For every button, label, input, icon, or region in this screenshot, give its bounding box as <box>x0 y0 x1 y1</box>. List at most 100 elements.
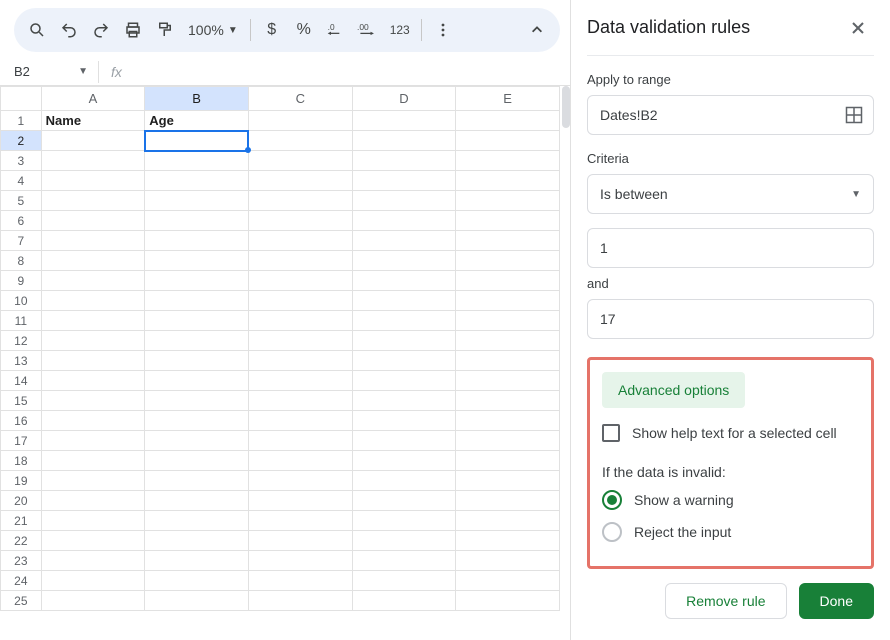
cell[interactable] <box>248 431 352 451</box>
radio-unselected-icon[interactable] <box>602 522 622 542</box>
row-header[interactable]: 9 <box>1 271 42 291</box>
radio-show-warning[interactable]: Show a warning <box>602 490 859 510</box>
cell[interactable] <box>145 491 249 511</box>
cell[interactable] <box>352 171 456 191</box>
cell[interactable] <box>352 471 456 491</box>
cell[interactable] <box>456 471 560 491</box>
cell[interactable] <box>456 291 560 311</box>
apply-range-input[interactable] <box>587 95 874 135</box>
row-header[interactable]: 25 <box>1 591 42 611</box>
cell[interactable] <box>248 271 352 291</box>
cell[interactable] <box>145 311 249 331</box>
cell[interactable] <box>248 331 352 351</box>
cell[interactable]: Age <box>145 111 249 131</box>
more-menu-icon[interactable] <box>428 15 458 45</box>
cell[interactable] <box>352 131 456 151</box>
radio-reject-input[interactable]: Reject the input <box>602 522 859 542</box>
cell[interactable] <box>456 251 560 271</box>
cell[interactable] <box>248 391 352 411</box>
done-button[interactable]: Done <box>799 583 874 619</box>
cell[interactable] <box>41 311 145 331</box>
cell[interactable] <box>352 531 456 551</box>
row-header[interactable]: 6 <box>1 211 42 231</box>
cell[interactable] <box>248 111 352 131</box>
cell[interactable] <box>248 591 352 611</box>
cell[interactable] <box>41 591 145 611</box>
row-header[interactable]: 12 <box>1 331 42 351</box>
cell[interactable] <box>456 211 560 231</box>
cell[interactable] <box>352 331 456 351</box>
cell[interactable] <box>41 331 145 351</box>
cell[interactable] <box>248 471 352 491</box>
cell[interactable] <box>145 411 249 431</box>
cell[interactable] <box>145 371 249 391</box>
search-icon[interactable] <box>22 15 52 45</box>
cell[interactable] <box>248 491 352 511</box>
currency-icon[interactable]: $ <box>257 15 287 45</box>
criteria-from-input[interactable] <box>587 228 874 268</box>
row-header[interactable]: 22 <box>1 531 42 551</box>
cell[interactable] <box>145 451 249 471</box>
more-formats-icon[interactable]: 123 <box>385 15 415 45</box>
cell[interactable] <box>248 211 352 231</box>
cell[interactable] <box>456 391 560 411</box>
cell[interactable] <box>248 171 352 191</box>
checkbox-unchecked-icon[interactable] <box>602 424 620 442</box>
cell[interactable] <box>145 151 249 171</box>
cell[interactable] <box>352 451 456 471</box>
cell[interactable] <box>145 291 249 311</box>
row-header[interactable]: 17 <box>1 431 42 451</box>
cell[interactable] <box>456 311 560 331</box>
cell[interactable] <box>248 311 352 331</box>
collapse-toolbar-icon[interactable] <box>522 15 552 45</box>
cell[interactable] <box>456 451 560 471</box>
cell[interactable] <box>456 511 560 531</box>
cell[interactable] <box>352 211 456 231</box>
row-header[interactable]: 19 <box>1 471 42 491</box>
radio-selected-icon[interactable] <box>602 490 622 510</box>
cell[interactable] <box>456 131 560 151</box>
cell[interactable] <box>145 131 249 151</box>
redo-icon[interactable] <box>86 15 116 45</box>
range-field[interactable] <box>598 106 845 124</box>
cell[interactable] <box>145 531 249 551</box>
cell[interactable] <box>248 511 352 531</box>
cell[interactable] <box>41 171 145 191</box>
cell[interactable] <box>352 191 456 211</box>
cell[interactable] <box>456 191 560 211</box>
cell[interactable] <box>41 291 145 311</box>
cell[interactable] <box>248 131 352 151</box>
row-header[interactable]: 18 <box>1 451 42 471</box>
cell[interactable] <box>41 411 145 431</box>
cell[interactable] <box>145 591 249 611</box>
paint-format-icon[interactable] <box>150 15 180 45</box>
cell[interactable] <box>145 551 249 571</box>
cell[interactable] <box>456 271 560 291</box>
cell[interactable] <box>352 391 456 411</box>
cell[interactable] <box>41 271 145 291</box>
cell[interactable] <box>352 371 456 391</box>
row-header[interactable]: 4 <box>1 171 42 191</box>
cell[interactable] <box>248 231 352 251</box>
cell[interactable] <box>145 191 249 211</box>
cell[interactable] <box>248 551 352 571</box>
cell[interactable] <box>352 551 456 571</box>
cell[interactable] <box>145 511 249 531</box>
show-help-text-option[interactable]: Show help text for a selected cell <box>602 424 859 442</box>
cell[interactable] <box>456 371 560 391</box>
cell[interactable] <box>248 291 352 311</box>
cell[interactable] <box>145 271 249 291</box>
cell[interactable] <box>145 171 249 191</box>
percent-icon[interactable]: % <box>289 15 319 45</box>
row-header[interactable]: 20 <box>1 491 42 511</box>
cell[interactable] <box>41 511 145 531</box>
cell[interactable] <box>145 431 249 451</box>
cell[interactable] <box>352 591 456 611</box>
cell[interactable] <box>456 591 560 611</box>
criteria-dropdown[interactable]: Is between ▼ <box>587 174 874 214</box>
cell[interactable] <box>145 351 249 371</box>
row-header[interactable]: 3 <box>1 151 42 171</box>
row-header[interactable]: 10 <box>1 291 42 311</box>
cell[interactable] <box>456 171 560 191</box>
name-box[interactable]: B2 ▼ <box>6 61 94 83</box>
